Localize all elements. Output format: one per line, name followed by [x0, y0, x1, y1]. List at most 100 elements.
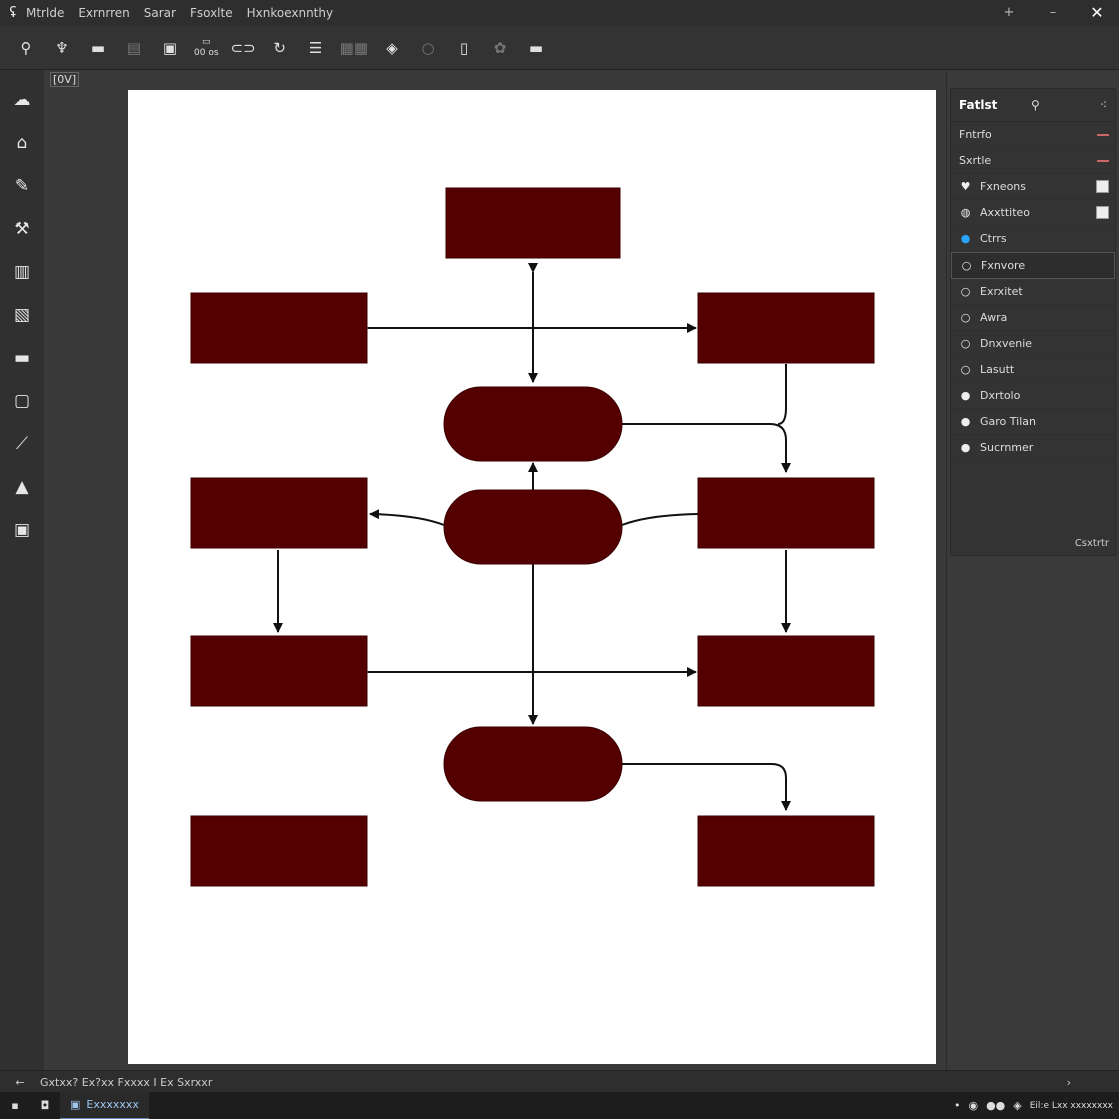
circle-icon: ○ [960, 311, 971, 324]
document-icon[interactable]: ▣ [158, 34, 182, 62]
panel-row[interactable]: Sxrtle [951, 148, 1115, 174]
panel-row-label: Garo Tilan [980, 415, 1036, 428]
menu-item-2[interactable]: Exrnrren [78, 6, 129, 20]
dot-icon: ● [960, 441, 971, 454]
shield-icon[interactable]: ◈ [380, 34, 404, 62]
connector [622, 763, 791, 811]
frame-icon[interactable]: ▯ [452, 34, 476, 62]
panel-footer[interactable]: Csxtrtr [1075, 538, 1109, 549]
connector [777, 364, 787, 425]
circle-tool-icon[interactable]: ○ [416, 34, 440, 62]
flow-box-left-4[interactable] [190, 815, 368, 887]
connector [369, 509, 445, 526]
panel-row[interactable]: ♥ Fxneons [951, 174, 1115, 200]
tray-network-icon[interactable]: ◈ [1013, 1099, 1021, 1112]
connector [622, 423, 791, 473]
wrench-icon[interactable]: ♆ [50, 34, 74, 62]
more-icon[interactable]: ⁖ [1100, 98, 1107, 112]
flow-box-right-2[interactable] [697, 477, 875, 549]
menu-bar: Mtrlde Exrnrren Sarar Fsoxlte Hxnkoexnnt… [26, 6, 333, 20]
start-icon[interactable]: ▪ [0, 1099, 30, 1112]
remove-icon[interactable] [1097, 159, 1109, 162]
diagram-page[interactable] [128, 90, 936, 1064]
search-icon[interactable]: ⚲ [1031, 98, 1040, 112]
panel-row-label: Exrxitet [980, 285, 1023, 298]
search-taskbar-icon[interactable]: ◘ [30, 1099, 60, 1112]
close-button[interactable]: ✕ [1075, 0, 1119, 26]
task-button[interactable]: ▣ Exxxxxxx [60, 1091, 149, 1119]
zoom-level-button[interactable]: ▭ 00 os [194, 34, 219, 62]
panel-row-label: Lasutt [980, 363, 1015, 376]
menu-item-1[interactable]: Mtrlde [26, 6, 64, 20]
line-tool-icon[interactable]: ⟋ [9, 432, 35, 456]
tray-volume-icon[interactable]: ●● [986, 1099, 1005, 1112]
panel-row[interactable]: ○ Exrxitet [951, 279, 1115, 305]
flow-oval-3[interactable] [443, 726, 623, 802]
flow-box-left-2[interactable] [190, 477, 368, 549]
panel-row[interactable]: Fntrfo [951, 122, 1115, 148]
main-toolbar: ⚲ ♆ ▬ ▤ ▣ ▭ 00 os ⊂⊃ ↻ ☰ ▦▦ ◈ ○ ▯ ✿ ▬ [0, 26, 1119, 70]
panel-row-label: Sxrtle [959, 154, 992, 167]
properties-panel: Fatlst ⚲ ⁖ Fntrfo Sxrtle ♥ Fxneons ◍ Axxttite… [946, 70, 1119, 1070]
square-icon[interactable]: ▢ [9, 389, 35, 413]
image-icon[interactable]: ▣ [9, 518, 35, 542]
panel-row-label: Awra [980, 311, 1008, 324]
taskbar: ▪ ◘ ▣ Exxxxxxx • ◉ ●● ◈ Eil:e Lxx xxxxxx… [0, 1091, 1119, 1119]
panel-row[interactable]: ● Ctrrs [951, 226, 1115, 252]
visibility-checkbox[interactable] [1096, 206, 1109, 219]
visibility-checkbox[interactable] [1096, 180, 1109, 193]
minimize-button[interactable]: – [1031, 0, 1075, 26]
settings-icon[interactable]: ✿ [488, 34, 512, 62]
clock[interactable]: Eil:e Lxx xxxxxxxx [1030, 1101, 1113, 1111]
print-icon[interactable]: ▬ [86, 34, 110, 62]
zoom-tool-icon[interactable]: ⚲ [14, 34, 38, 62]
panel-row[interactable]: ○ Fxnvore [951, 252, 1115, 279]
menu-item-3[interactable]: Sarar [144, 6, 176, 20]
panel-row[interactable]: ○ Dnxvenie [951, 331, 1115, 357]
flow-box-right-1[interactable] [697, 292, 875, 364]
briefcase-icon[interactable]: ▬ [9, 346, 35, 370]
fill-icon[interactable]: ▲ [9, 475, 35, 499]
refresh-icon[interactable]: ↻ [268, 34, 292, 62]
keyboard-icon[interactable]: ▬ [524, 34, 548, 62]
flow-box-right-3[interactable] [697, 635, 875, 707]
home-icon[interactable]: ⌂ [9, 131, 35, 155]
cloud-icon[interactable]: ☁ [9, 88, 35, 112]
task-label: Exxxxxxx [86, 1098, 139, 1111]
flow-box-left-3[interactable] [190, 635, 368, 707]
menu-item-5[interactable]: Hxnkoexnnthy [247, 6, 334, 20]
flow-box-top[interactable] [445, 187, 621, 259]
panel-row[interactable]: ○ Lasutt [951, 357, 1115, 383]
pin-icon[interactable]: + [987, 0, 1031, 26]
grid-icon[interactable]: ▦▦ [340, 34, 368, 62]
circle-icon: ○ [960, 363, 971, 376]
panel-row[interactable]: ● Dxrtolo [951, 383, 1115, 409]
panel-row-label: Dnxvenie [980, 337, 1033, 350]
tray-settings-icon[interactable]: ◉ [968, 1099, 978, 1112]
panel-row[interactable]: ○ Awra [951, 305, 1115, 331]
status-text: Gxtxx? Ex?xx Fxxxx I Ex Sxrxxr [40, 1075, 213, 1089]
chart-icon[interactable]: ▧ [9, 303, 35, 327]
flow-box-right-4[interactable] [697, 815, 875, 887]
canvas-zoom-label: [0V] [50, 72, 80, 87]
link-icon[interactable]: ⊂⊃ [231, 34, 256, 62]
wrench-icon[interactable]: ⚒ [9, 217, 35, 241]
panel-row-label: Sucrnmer [980, 441, 1034, 454]
layers-icon[interactable]: ▤ [122, 34, 146, 62]
panel-row[interactable]: ◍ Axxttiteo [951, 200, 1115, 226]
panel-row-label: Dxrtolo [980, 389, 1021, 402]
columns-icon[interactable]: ▥ [9, 260, 35, 284]
scroll-right-icon[interactable]: › [1067, 1076, 1071, 1089]
blue-dot-icon: ● [960, 232, 971, 245]
align-icon[interactable]: ☰ [304, 34, 328, 62]
remove-icon[interactable] [1097, 133, 1109, 136]
menu-item-4[interactable]: Fsoxlte [190, 6, 233, 20]
panel-row[interactable]: ● Sucrnmer [951, 435, 1115, 461]
back-arrow-icon[interactable]: ← [0, 1076, 40, 1089]
flow-oval-2[interactable] [443, 489, 623, 565]
flow-oval-1[interactable] [443, 386, 623, 462]
tray-dot-icon[interactable]: • [954, 1099, 961, 1112]
pen-icon[interactable]: ✎ [9, 174, 35, 198]
panel-row[interactable]: ● Garo Tilan [951, 409, 1115, 435]
flow-box-left-1[interactable] [190, 292, 368, 364]
